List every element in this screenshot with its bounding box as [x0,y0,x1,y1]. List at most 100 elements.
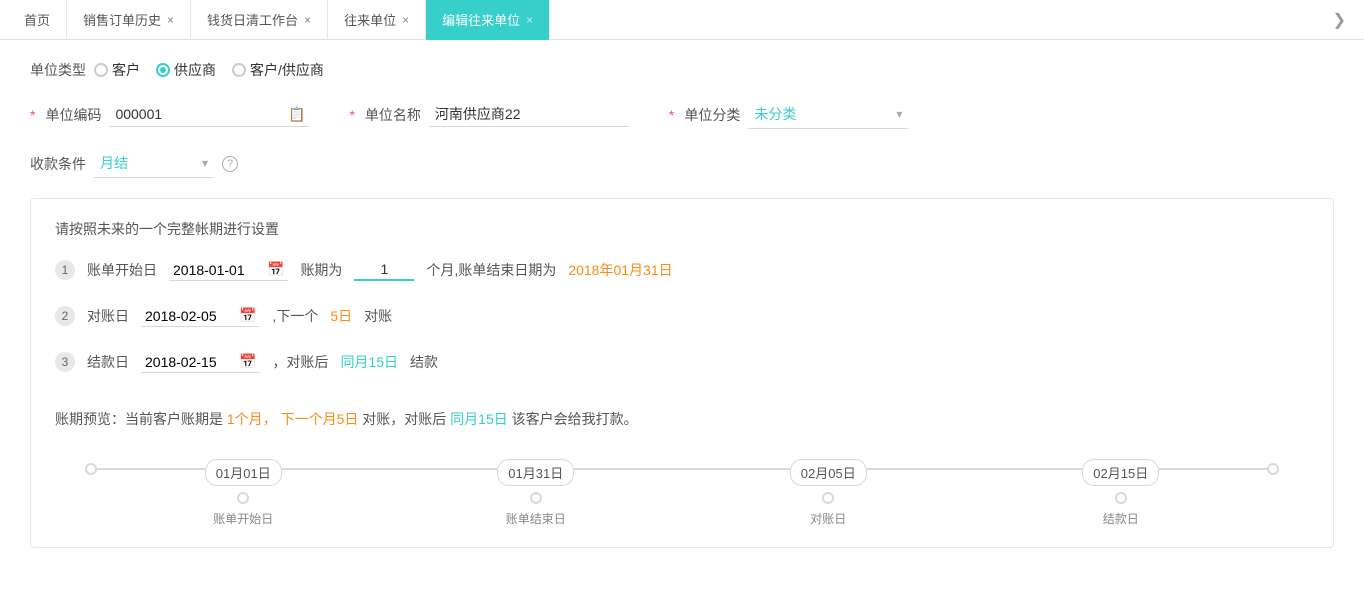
period-end-date-1: 2018年01月31日 [568,260,672,280]
timeline-label-3: 对账日 [810,510,846,527]
date-input-1: 📅 [169,259,288,281]
unit-name-label: 单位名称 [365,105,421,125]
period-highlight-3: 同月15日 [340,352,398,372]
setting-num-2: 2 [55,306,75,326]
period-suffix-3b: 结款 [410,352,438,372]
timeline-point-end [1267,459,1279,475]
setting-row-3: 3 结款日 📅 ，对账后 同月15日 结款 [55,351,1309,373]
card-title: 请按照未来的一个完整帐期进行设置 [55,219,1309,239]
tab-expand-button[interactable]: ❯ [1323,10,1356,30]
calendar-icon-2[interactable]: 📅 [239,307,256,324]
payment-condition-chevron-icon: ▾ [202,156,208,170]
payment-condition-field: 收款条件 月结 ▾ ? [30,149,238,178]
timeline-date-3: 02月05日 [790,459,867,486]
unit-info-row: * 单位编码 📋 * 单位名称 * 单位分类 未分类 ▾ [30,100,1334,129]
unit-name-field: * 单位名称 [349,102,628,127]
period-suffix-3a: ，对账后 [272,352,328,372]
tab-close-edit-partner[interactable]: × [526,14,533,26]
period-value-input[interactable] [354,259,414,281]
calendar-icon-1[interactable]: 📅 [267,261,284,278]
unit-code-input-wrap: 📋 [109,102,309,127]
timeline-point-start [85,459,97,475]
period-setting-card: 请按照未来的一个完整帐期进行设置 1 账单开始日 📅 账期为 个月,账单结束日期… [30,198,1334,548]
unit-category-chevron-icon: ▾ [896,107,902,121]
date-field-1[interactable] [173,262,263,278]
radio-both[interactable]: 客户/供应商 [232,60,324,80]
timeline-dot-start [85,463,97,475]
unit-type-field: 单位类型 客户 供应商 客户/供应商 [30,60,324,80]
payment-condition-value: 月结 [100,153,198,173]
tab-home[interactable]: 首页 [8,0,67,40]
timeline-dot-1 [237,492,249,504]
payment-condition-row: 收款条件 月结 ▾ ? [30,149,1334,178]
unit-code-field: * 单位编码 📋 [30,102,309,127]
payment-condition-help-icon[interactable]: ? [222,156,238,172]
preview-part2: 下一个月5日 [281,411,359,427]
period-suffix-2a: ,下一个 [272,306,318,326]
timeline-label-1: 账单开始日 [213,510,273,527]
radio-circle-customer [94,63,108,77]
timeline-label-4: 结款日 [1103,510,1139,527]
period-unit-1: 个月,账单结束日期为 [426,260,556,280]
radio-circle-both [232,63,246,77]
main-content: 单位类型 客户 供应商 客户/供应商 * 单位编码 [0,40,1364,608]
unit-type-row: 单位类型 客户 供应商 客户/供应商 [30,60,1334,80]
unit-code-label: 单位编码 [45,105,101,125]
timeline-point-3: 02月05日 对账日 [790,459,867,527]
setting-label-1: 账单开始日 [87,260,157,280]
tab-close-cash-work[interactable]: × [304,14,311,26]
setting-label-3: 结款日 [87,352,129,372]
unit-type-radio-group: 客户 供应商 客户/供应商 [94,60,324,80]
unit-category-value: 未分类 [754,104,892,124]
payment-condition-label: 收款条件 [30,154,86,174]
timeline-label-2: 账单结束日 [506,510,566,527]
calendar-small-icon[interactable]: 📋 [284,106,309,123]
timeline-dot-3 [822,492,834,504]
setting-label-2: 对账日 [87,306,129,326]
unit-code-input[interactable] [109,102,284,126]
unit-code-star: * [30,107,35,123]
radio-customer[interactable]: 客户 [94,60,140,80]
tab-close-partner[interactable]: × [402,14,409,26]
setting-num-3: 3 [55,352,75,372]
unit-category-label: 单位分类 [684,105,740,125]
period-suffix-1: 账期为 [300,260,342,280]
unit-category-star: * [669,107,674,123]
timeline-point-1: 01月01日 账单开始日 [205,459,282,527]
account-preview: 账期预览：当前客户账期是 1个月， 下一个月5日 对账，对账后 同月15日 该客… [55,397,1309,441]
date-field-2[interactable] [145,308,235,324]
period-highlight-2: 5日 [330,306,352,326]
payment-condition-select[interactable]: 月结 ▾ [94,149,214,178]
timeline-dot-2 [530,492,542,504]
radio-supplier[interactable]: 供应商 [156,60,216,80]
timeline-dot-end [1267,463,1279,475]
date-input-3: 📅 [141,351,260,373]
period-suffix-2b: 对账 [364,306,392,326]
calendar-icon-3[interactable]: 📅 [239,353,256,370]
tab-edit-partner[interactable]: 编辑往来单位 × [426,0,550,40]
unit-category-field: * 单位分类 未分类 ▾ [669,100,908,129]
unit-name-input[interactable] [429,102,629,127]
timeline-date-4: 02月15日 [1082,459,1159,486]
date-field-3[interactable] [145,354,235,370]
unit-category-select[interactable]: 未分类 ▾ [748,100,908,129]
tab-close-sales-history[interactable]: × [167,14,174,26]
tab-cash-work[interactable]: 钱货日清工作台 × [191,0,328,40]
tab-sales-history[interactable]: 销售订单历史 × [67,0,191,40]
preview-suffix: 该客户会给我打款。 [512,411,638,427]
setting-row-1: 1 账单开始日 📅 账期为 个月,账单结束日期为 2018年01月31日 [55,259,1309,281]
preview-prefix: 账期预览：当前客户账期是 [55,411,223,427]
preview-part1: 1个月， [227,411,277,427]
timeline-point-2: 01月31日 账单结束日 [497,459,574,527]
tab-partner[interactable]: 往来单位 × [328,0,426,40]
timeline-date-2: 01月31日 [497,459,574,486]
tab-bar: 首页 销售订单历史 × 钱货日清工作台 × 往来单位 × 编辑往来单位 × ❯ [0,0,1364,40]
unit-type-label: 单位类型 [30,60,86,80]
date-input-2: 📅 [141,305,260,327]
timeline-dot-4 [1115,492,1127,504]
timeline-date-1: 01月01日 [205,459,282,486]
radio-circle-supplier [156,63,170,77]
unit-name-star: * [349,107,354,123]
preview-part3: 同月15日 [450,411,508,427]
timeline-point-4: 02月15日 结款日 [1082,459,1159,527]
